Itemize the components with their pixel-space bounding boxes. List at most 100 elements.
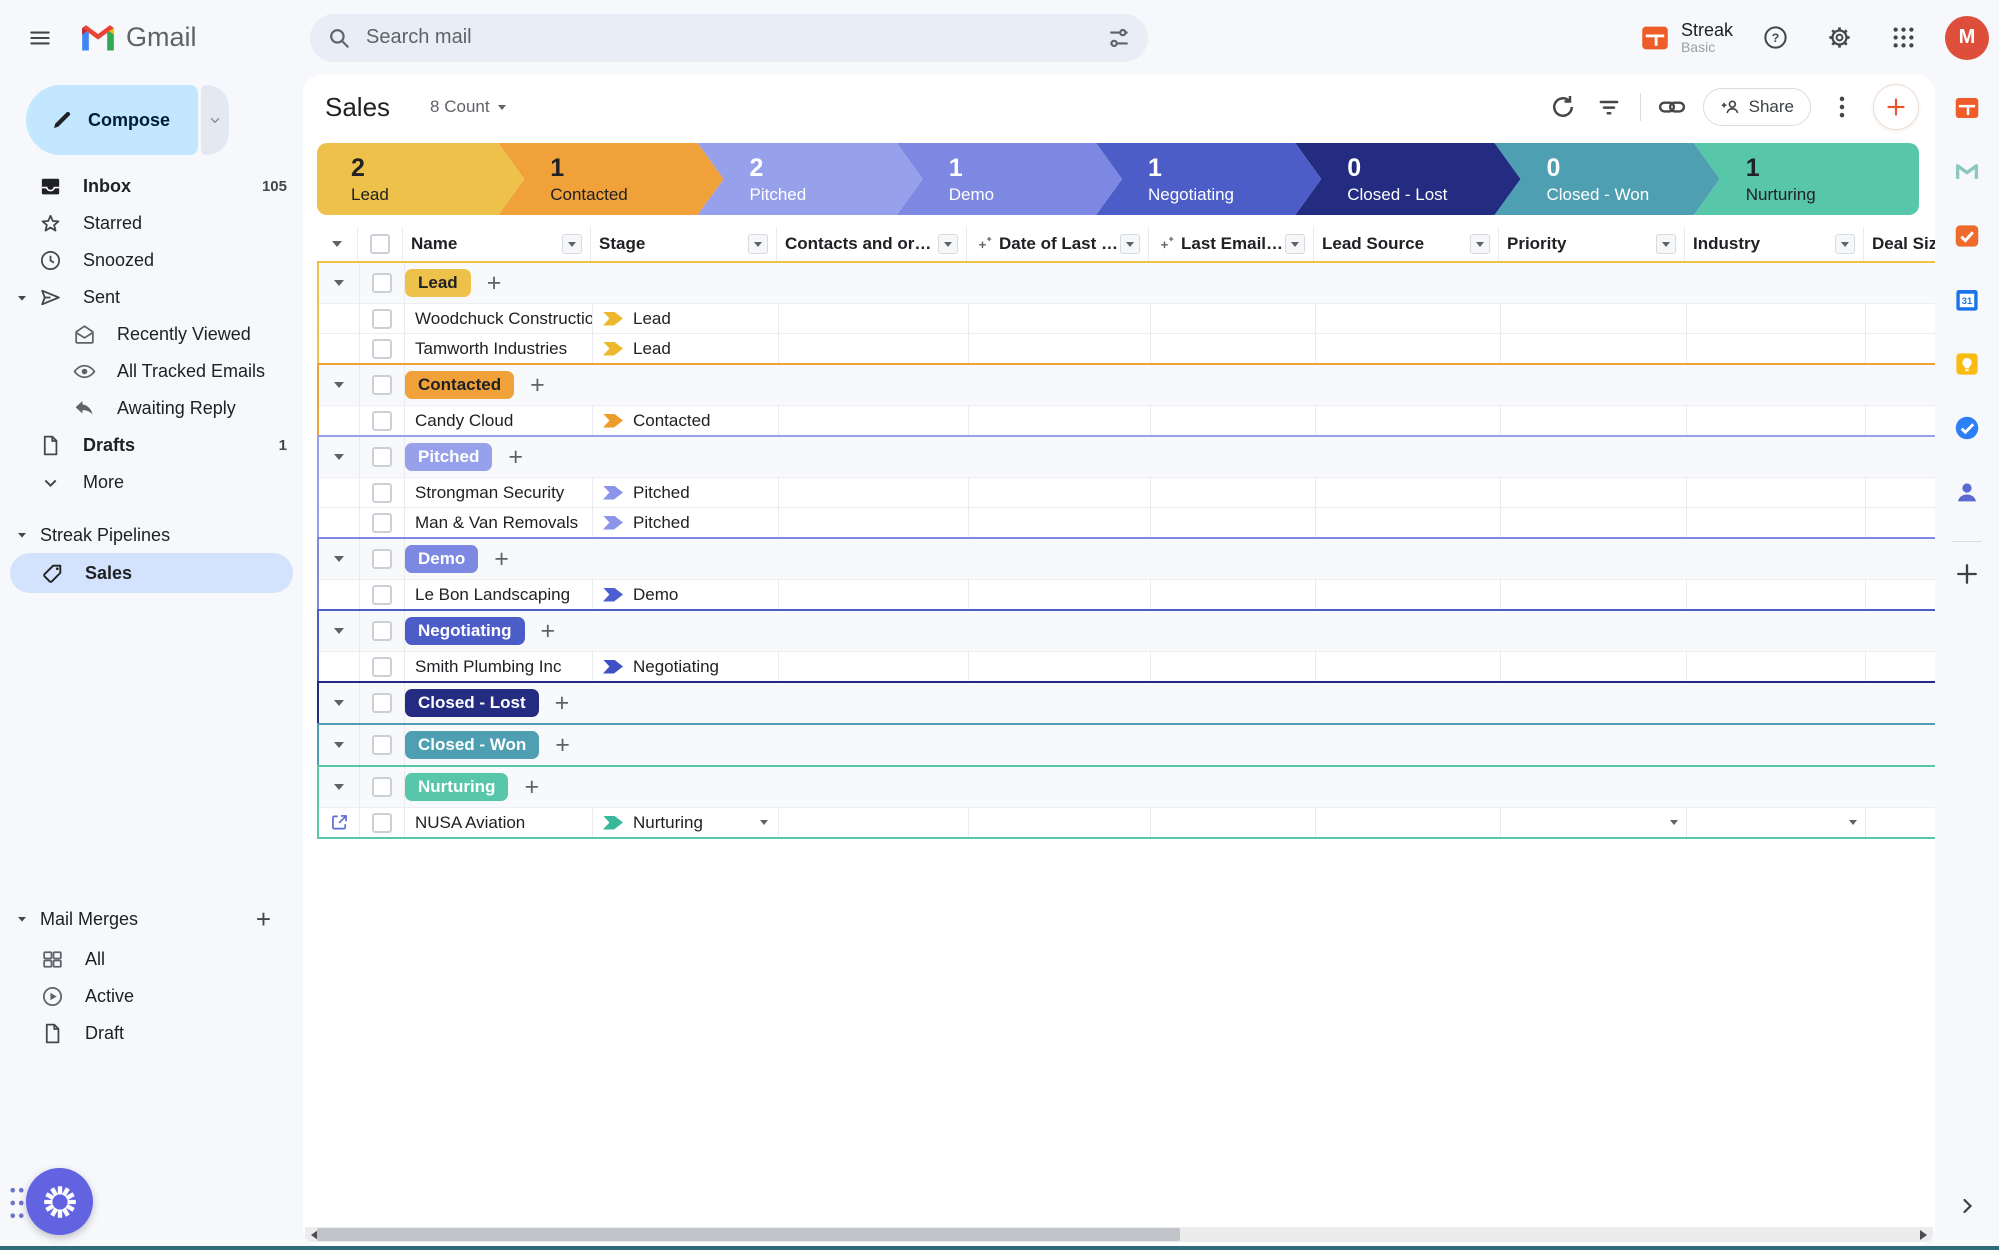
pipeline-row-strongman-security[interactable]: Strongman SecurityPitched — [319, 477, 1935, 507]
cell-leadsource[interactable] — [1316, 304, 1501, 333]
cell-priority[interactable] — [1501, 508, 1687, 537]
pipeline-row-smith-plumbing-inc[interactable]: Smith Plumbing IncNegotiating — [319, 651, 1935, 681]
box-name[interactable]: Tamworth Industries — [405, 334, 593, 363]
column-header-stage[interactable]: Stage — [591, 227, 777, 261]
group-checkbox[interactable] — [372, 447, 392, 467]
cell-industry[interactable] — [1687, 580, 1866, 609]
filter-button[interactable] — [1594, 92, 1624, 122]
cell-priority[interactable] — [1501, 652, 1687, 681]
row-checkbox[interactable] — [372, 813, 392, 833]
column-header-date[interactable]: Date of Last Email — [967, 227, 1149, 261]
pipeline-stage-nurturing[interactable]: 1Nurturing — [1694, 143, 1919, 215]
cell-dealsize[interactable] — [1866, 406, 1935, 435]
box-name[interactable]: NUSA Aviation — [405, 808, 593, 837]
sidebar-item-awaiting-reply[interactable]: Awaiting Reply — [0, 390, 303, 427]
account-avatar[interactable]: M — [1945, 16, 1989, 60]
row-checkbox[interactable] — [372, 585, 392, 605]
collapse-group-icon[interactable] — [334, 784, 344, 795]
cell-contacts[interactable] — [779, 580, 969, 609]
add-box-button[interactable]: + — [487, 269, 502, 298]
search-icon[interactable] — [326, 25, 352, 51]
cell-industry[interactable] — [1687, 652, 1866, 681]
compose-options-button[interactable] — [201, 85, 229, 155]
cell-contacts[interactable] — [779, 508, 969, 537]
gmail-logo[interactable]: Gmail — [78, 18, 248, 58]
settings-button[interactable] — [1817, 16, 1861, 60]
box-name[interactable]: Smith Plumbing Inc — [405, 652, 593, 681]
stage-cell[interactable]: Pitched — [593, 478, 779, 507]
cell-date[interactable] — [969, 580, 1151, 609]
add-box-button[interactable]: + — [555, 689, 570, 718]
cell-industry[interactable] — [1687, 304, 1866, 333]
sidebar-item-sent[interactable]: Sent — [0, 279, 303, 316]
column-header-industry[interactable]: Industry — [1685, 227, 1864, 261]
cell-industry[interactable] — [1687, 406, 1866, 435]
pipeline-stage-demo[interactable]: 1Demo — [897, 143, 1122, 215]
pipeline-stage-lead[interactable]: 2Lead — [317, 143, 524, 215]
column-menu-button[interactable] — [1656, 234, 1676, 254]
stage-cell[interactable]: Lead — [593, 334, 779, 363]
cell-contacts[interactable] — [779, 304, 969, 333]
pipeline-row-man-van-removals[interactable]: Man & Van RemovalsPitched — [319, 507, 1935, 537]
box-name[interactable]: Woodchuck Construction — [405, 304, 593, 333]
group-checkbox[interactable] — [372, 735, 392, 755]
column-menu-button[interactable] — [562, 234, 582, 254]
column-menu-button[interactable] — [938, 234, 958, 254]
cell-industry[interactable] — [1687, 478, 1866, 507]
cell-leadsource[interactable] — [1316, 652, 1501, 681]
column-header-name[interactable]: Name — [403, 227, 591, 261]
collapse-caret-icon[interactable] — [14, 290, 30, 306]
row-checkbox[interactable] — [372, 657, 392, 677]
streak-pipelines-header[interactable]: Streak Pipelines — [0, 519, 303, 551]
drag-handle-icon[interactable] — [8, 1186, 26, 1220]
cell-leadsource[interactable] — [1316, 580, 1501, 609]
mail-merge-item-active[interactable]: Active — [0, 978, 303, 1015]
pipeline-row-tamworth-industries[interactable]: Tamworth IndustriesLead — [319, 333, 1935, 363]
pipeline-row-le-bon-landscaping[interactable]: Le Bon LandscapingDemo — [319, 579, 1935, 609]
streak-fab-button[interactable] — [26, 1168, 93, 1235]
stage-cell[interactable]: Contacted — [593, 406, 779, 435]
pipeline-row-woodchuck-construction[interactable]: Woodchuck ConstructionLead — [319, 303, 1935, 333]
streak-mail-merge-icon[interactable] — [1952, 157, 1982, 187]
cell-lastfrom[interactable] — [1151, 334, 1316, 363]
scrollbar-thumb[interactable] — [317, 1228, 1180, 1241]
cell-priority[interactable] — [1501, 478, 1687, 507]
cell-date[interactable] — [969, 652, 1151, 681]
collapse-group-icon[interactable] — [334, 628, 344, 639]
pipeline-stage-negotiating[interactable]: 1Negotiating — [1096, 143, 1321, 215]
streak-sidebar-icon[interactable] — [1952, 93, 1982, 123]
add-mail-merge-button[interactable]: + — [256, 904, 271, 935]
collapse-group-icon[interactable] — [334, 556, 344, 567]
cell-dealsize[interactable] — [1866, 334, 1935, 363]
column-menu-button[interactable] — [1835, 234, 1855, 254]
box-name[interactable]: Man & Van Removals — [405, 508, 593, 537]
cell-dealsize[interactable] — [1866, 580, 1935, 609]
group-checkbox[interactable] — [372, 549, 392, 569]
sidebar-item-drafts[interactable]: Drafts1 — [0, 427, 303, 464]
sidebar-item-recently-viewed[interactable]: Recently Viewed — [0, 316, 303, 353]
cell-leadsource[interactable] — [1316, 508, 1501, 537]
cell-priority[interactable] — [1501, 580, 1687, 609]
stage-cell[interactable]: Negotiating — [593, 652, 779, 681]
cell-lastfrom[interactable] — [1151, 478, 1316, 507]
main-menu-button[interactable] — [16, 14, 64, 62]
copy-link-button[interactable] — [1657, 92, 1687, 122]
cell-priority[interactable] — [1501, 406, 1687, 435]
mail-merge-item-draft[interactable]: Draft — [0, 1015, 303, 1052]
stage-dropdown-icon[interactable] — [760, 820, 768, 829]
support-button[interactable]: ? — [1753, 16, 1797, 60]
row-checkbox[interactable] — [372, 411, 392, 431]
cell-industry[interactable] — [1687, 334, 1866, 363]
search-input[interactable] — [366, 26, 1092, 49]
group-checkbox[interactable] — [372, 621, 392, 641]
cell-date[interactable] — [969, 478, 1151, 507]
row-checkbox[interactable] — [372, 483, 392, 503]
search-options-icon[interactable] — [1106, 25, 1132, 51]
cell-date[interactable] — [969, 334, 1151, 363]
cell-dropdown-icon[interactable] — [1670, 820, 1678, 829]
compose-button[interactable]: Compose — [26, 85, 198, 155]
pipeline-stage-contacted[interactable]: 1Contacted — [498, 143, 723, 215]
cell-lastfrom[interactable] — [1151, 406, 1316, 435]
cell-lastfrom[interactable] — [1151, 304, 1316, 333]
collapse-group-icon[interactable] — [334, 454, 344, 465]
